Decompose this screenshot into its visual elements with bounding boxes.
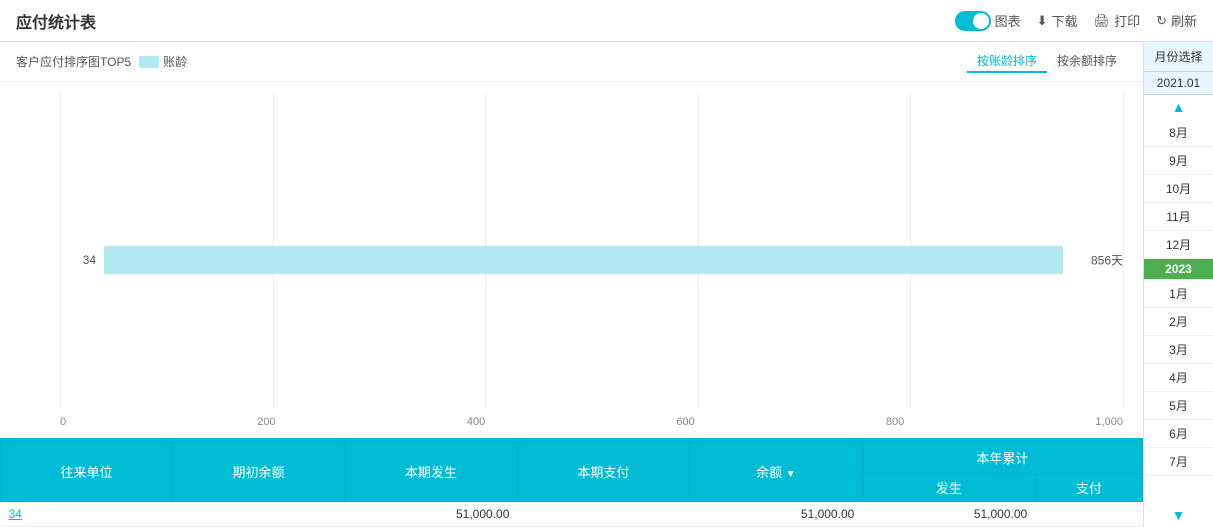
bar-row: 34 856天 xyxy=(60,246,1063,274)
sidebar-month-item[interactable]: 3月 xyxy=(1144,336,1213,364)
sidebar-month-item[interactable]: 6月 xyxy=(1144,420,1213,448)
x-label-600: 600 xyxy=(676,416,694,428)
x-axis-labels: 0 200 400 600 800 1,000 xyxy=(60,416,1123,428)
sidebar-down-button[interactable]: ▼ xyxy=(1144,503,1213,527)
cell-benqi-fasheng: 51,000.00 xyxy=(344,502,517,527)
cell-nian-zhifu xyxy=(1035,502,1142,527)
x-label-0: 0 xyxy=(60,416,66,428)
col-header-benqi-fasheng: 本期发生 xyxy=(344,442,517,502)
print-label: 打印 xyxy=(1114,11,1140,30)
sidebar-header: 月份选择 xyxy=(1144,42,1213,72)
legend-title: 客户应付排序图TOP5 xyxy=(16,53,131,70)
chart-sort-buttons: 按账龄排序 按余额排序 xyxy=(967,50,1127,73)
bar-end-label: 856天 xyxy=(1091,252,1123,269)
legend-color-label: 账龄 xyxy=(163,53,187,70)
x-label-1000: 1,000 xyxy=(1095,416,1123,428)
legend-color-box xyxy=(139,56,159,68)
month-sidebar: 月份选择 2021.01 ▲ 8月9月10月11月12月20231月2月3月4月… xyxy=(1143,42,1213,527)
cell-yue: 51,000.00 xyxy=(689,502,862,527)
data-table: 往来单位 期初余额 本期发生 本期支付 余额 ▼ 本年累计 发生 支付 xyxy=(0,441,1143,527)
refresh-label: 刷新 xyxy=(1171,11,1197,30)
sidebar-year-value[interactable]: 2021.01 xyxy=(1144,72,1213,95)
bar-row-container: 34 856天 xyxy=(60,246,1063,274)
bar-y-label: 34 xyxy=(60,253,96,267)
toggle-switch-icon[interactable] xyxy=(955,11,991,31)
col-header-nian-zhifu: 支付 xyxy=(1035,474,1142,502)
sidebar-up-button[interactable]: ▲ xyxy=(1144,95,1213,119)
cell-qichu xyxy=(172,502,344,527)
col-header-benqi-zhifu: 本期支付 xyxy=(517,442,689,502)
print-button[interactable]: 🖨 打印 xyxy=(1094,11,1141,30)
col-header-unit: 往来单位 xyxy=(1,442,173,502)
sidebar-month-item[interactable]: 4月 xyxy=(1144,364,1213,392)
cell-nian-fasheng: 51,000.00 xyxy=(862,502,1035,527)
col-header-yue: 余额 ▼ xyxy=(689,442,862,502)
sidebar-month-item[interactable]: 9月 xyxy=(1144,147,1213,175)
table-row: 34 51,000.00 51,000.00 51,000.00 xyxy=(1,502,1143,527)
col-header-nian-fasheng: 发生 xyxy=(862,474,1035,502)
download-button[interactable]: ⬇ 下载 xyxy=(1037,11,1078,30)
sidebar-month-item[interactable]: 5月 xyxy=(1144,392,1213,420)
download-label: 下载 xyxy=(1052,11,1078,30)
cell-benqi-zhifu xyxy=(517,502,689,527)
page-title: 应付统计表 xyxy=(16,9,96,33)
bar-fill: 856天 xyxy=(104,246,1063,274)
sidebar-month-item[interactable]: 7月 xyxy=(1144,448,1213,476)
sidebar-month-item[interactable]: 2月 xyxy=(1144,308,1213,336)
sidebar-month-item[interactable]: 1月 xyxy=(1144,280,1213,308)
sidebar-month-item[interactable]: 12月 xyxy=(1144,231,1213,259)
refresh-button[interactable]: ↻ 刷新 xyxy=(1156,11,1197,30)
x-label-400: 400 xyxy=(467,416,485,428)
sort-by-age-button[interactable]: 按账龄排序 xyxy=(967,50,1047,73)
x-label-800: 800 xyxy=(886,416,904,428)
download-icon: ⬇ xyxy=(1037,13,1048,29)
col-header-qichu: 期初余额 xyxy=(172,442,344,502)
x-label-200: 200 xyxy=(257,416,275,428)
sidebar-year-label: 2023 xyxy=(1144,259,1213,280)
sidebar-months-list: 8月9月10月11月12月20231月2月3月4月5月6月7月 xyxy=(1144,119,1213,503)
bar-chart: 34 856天 0 200 400 600 800 1,000 xyxy=(0,82,1143,438)
chart-toggle[interactable]: 图表 xyxy=(955,11,1021,31)
sidebar-month-item[interactable]: 11月 xyxy=(1144,203,1213,231)
sort-by-balance-button[interactable]: 按余额排序 xyxy=(1047,50,1127,73)
sidebar-month-item[interactable]: 10月 xyxy=(1144,175,1213,203)
grid-line-1000 xyxy=(1123,92,1124,408)
table-section: 往来单位 期初余额 本期发生 本期支付 余额 ▼ 本年累计 发生 支付 xyxy=(0,438,1143,527)
print-icon: 🖨 xyxy=(1094,13,1111,29)
sidebar-month-item[interactable]: 8月 xyxy=(1144,119,1213,147)
chart-label: 图表 xyxy=(995,11,1021,30)
cell-unit[interactable]: 34 xyxy=(1,502,173,527)
chart-legend: 客户应付排序图TOP5 账龄 xyxy=(16,53,187,70)
refresh-icon: ↻ xyxy=(1156,13,1167,29)
col-header-nian-leiji: 本年累计 xyxy=(862,442,1142,474)
